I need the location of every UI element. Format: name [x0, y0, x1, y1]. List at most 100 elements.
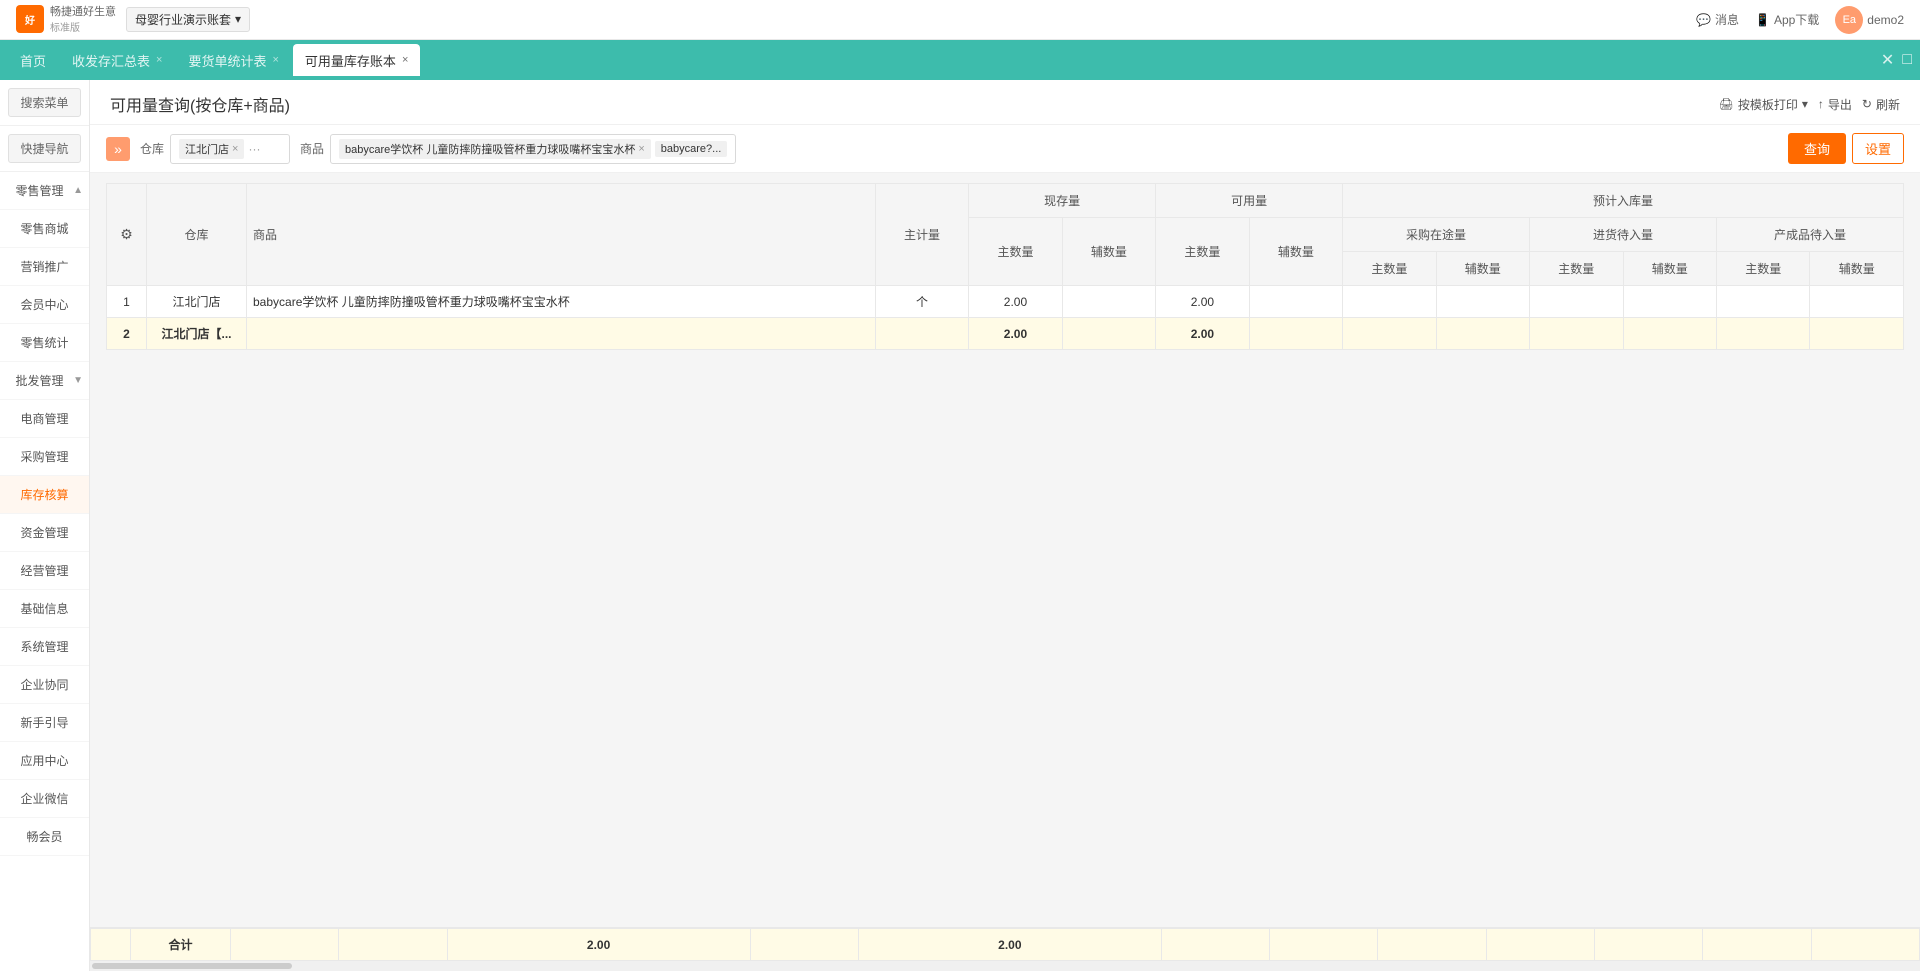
sidebar-item-purchase-label: 采购管理 [6, 448, 83, 465]
sidebar-item-system[interactable]: 系统管理 [0, 628, 89, 666]
refresh-icon: ↻ [1862, 97, 1872, 111]
export-icon: ↑ [1818, 97, 1824, 111]
table-container: ⚙ 仓库 商品 主计量 现存量 可用量 预计入库量 主数量 辅数量 主数量 辅数… [90, 173, 1920, 927]
total-purchase-aux [1378, 929, 1486, 961]
tenant-selector[interactable]: 母婴行业演示账套 ▾ [126, 7, 250, 32]
cell-subtotal-production-main [1716, 318, 1809, 350]
app-download-btn[interactable]: 📱 App下载 [1755, 11, 1819, 28]
scrollbar-thumb[interactable] [92, 963, 292, 969]
sidebar-item-marketing[interactable]: 营销推广 [0, 248, 89, 286]
warehouse-filter-group: 仓库 江北门店 × ··· [140, 134, 290, 164]
sidebar-item-wechat-label: 企业微信 [6, 790, 83, 807]
product-filter-input[interactable]: babycare学饮杯 儿童防摔防撞吸管杯重力球吸嘴杯宝宝水杯 × babyca… [330, 134, 736, 164]
message-btn[interactable]: 💬 消息 [1696, 11, 1739, 28]
total-cell-blank2 [231, 929, 339, 961]
sidebar-item-ecommerce[interactable]: 电商管理 [0, 400, 89, 438]
filter-expand-btn[interactable]: » [106, 137, 130, 161]
window-maximize-btn[interactable]: □ [1902, 51, 1912, 69]
sidebar-search-btn[interactable]: 搜索菜单 [8, 88, 81, 117]
th-group-stock: 现存量 [969, 184, 1156, 218]
th-group-forecast: 预计入库量 [1343, 184, 1904, 218]
total-label: 合计 [131, 929, 231, 961]
warehouse-tag-close[interactable]: × [232, 143, 238, 155]
tab-receive-summary-close[interactable]: × [156, 54, 162, 66]
sidebar-item-wechat[interactable]: 企业微信 [0, 780, 89, 818]
app-download-icon: 📱 [1755, 13, 1770, 27]
warehouse-more-btn[interactable]: ··· [248, 142, 260, 156]
th-avail-main: 主数量 [1156, 218, 1249, 286]
th-stock-aux: 辅数量 [1062, 218, 1155, 286]
tab-home[interactable]: 首页 [8, 44, 58, 76]
sidebar-item-retail-mall[interactable]: 零售商城 [0, 210, 89, 248]
sidebar-item-finance[interactable]: 资金管理 [0, 514, 89, 552]
tab-order-stats[interactable]: 要货单统计表 × [176, 44, 290, 76]
top-bar-left: 好 畅捷通好生意 标准版 母婴行业演示账套 ▾ [16, 5, 250, 34]
sidebar-item-enterprise[interactable]: 企业协同 [0, 666, 89, 704]
sidebar-item-new-guide-label: 新手引导 [6, 714, 83, 731]
settings-button[interactable]: 设置 [1852, 133, 1904, 164]
warehouse-filter-label: 仓库 [140, 140, 164, 157]
sidebar-item-new-guide[interactable]: 新手引导 [0, 704, 89, 742]
inventory-table: ⚙ 仓库 商品 主计量 现存量 可用量 预计入库量 主数量 辅数量 主数量 辅数… [106, 183, 1904, 350]
th-avail-aux: 辅数量 [1249, 218, 1342, 286]
horizontal-scrollbar[interactable] [90, 961, 1920, 971]
warehouse-filter-input[interactable]: 江北门店 × ··· [170, 134, 290, 164]
tab-order-stats-close[interactable]: × [272, 54, 278, 66]
th-subgroup-incoming: 进货待入量 [1530, 218, 1717, 252]
sidebar-search-area: 搜索菜单 [0, 80, 89, 126]
sidebar-item-purchase[interactable]: 采购管理 [0, 438, 89, 476]
nav-tabs: 首页 收发存汇总表 × 要货单统计表 × 可用量库存账本 × ✕ □ [0, 40, 1920, 80]
total-cell-blank1 [91, 929, 131, 961]
cell-incoming-aux-1 [1623, 286, 1716, 318]
window-close-btn[interactable]: ✕ [1881, 50, 1894, 70]
product-filter-label: 商品 [300, 140, 324, 157]
tenant-dropdown-icon: ▾ [235, 12, 241, 26]
tab-receive-summary[interactable]: 收发存汇总表 × [60, 44, 174, 76]
print-btn[interactable]: 🖨 按模板打印 ▾ [1719, 96, 1808, 113]
filter-actions: 查询 设置 [1788, 133, 1904, 164]
cell-stock-aux-1 [1062, 286, 1155, 318]
sidebar-item-retail-mgmt[interactable]: 零售管理 ▲ [0, 172, 89, 210]
product-tag1-close[interactable]: × [638, 143, 644, 155]
warehouse-tag-text: 江北门店 [185, 141, 229, 157]
gear-icon[interactable]: ⚙ [120, 226, 133, 243]
export-label: 导出 [1828, 96, 1852, 113]
total-production-main [1703, 929, 1811, 961]
refresh-btn[interactable]: ↻ 刷新 [1862, 96, 1900, 113]
export-btn[interactable]: ↑ 导出 [1818, 96, 1852, 113]
sidebar-item-wholesale[interactable]: 批发管理 ▼ [0, 362, 89, 400]
th-product: 商品 [247, 184, 876, 286]
tab-available-inventory-label: 可用量库存账本 [305, 51, 396, 70]
tab-home-label: 首页 [20, 51, 46, 70]
sidebar-item-member[interactable]: 会员中心 [0, 286, 89, 324]
cell-subtotal-avail-main: 2.00 [1156, 318, 1249, 350]
tab-available-inventory[interactable]: 可用量库存账本 × [293, 44, 420, 76]
cell-subtotal-seq: 2 [107, 318, 147, 350]
cell-subtotal-purchase-aux [1436, 318, 1529, 350]
product-tag1: babycare学饮杯 儿童防摔防撞吸管杯重力球吸嘴杯宝宝水杯 × [339, 139, 651, 159]
sidebar-item-ecommerce-label: 电商管理 [6, 410, 83, 427]
sidebar-item-inventory[interactable]: 库存核算 [0, 476, 89, 514]
sidebar-quicknav-btn[interactable]: 快捷导航 [8, 134, 81, 163]
sidebar-item-app-center[interactable]: 应用中心 [0, 742, 89, 780]
filter-bar: » 仓库 江北门店 × ··· 商品 babycare学饮杯 儿童防摔防撞吸管杯… [90, 125, 1920, 173]
top-bar: 好 畅捷通好生意 标准版 母婴行业演示账套 ▾ 💬 消息 📱 App下载 Ea … [0, 0, 1920, 40]
total-table: 合计 2.00 2.00 [90, 928, 1920, 961]
message-label: 消息 [1715, 11, 1739, 28]
print-icon: 🖨 [1719, 97, 1734, 111]
sidebar-item-basic-info[interactable]: 基础信息 [0, 590, 89, 628]
th-subgroup-production: 产成品待入量 [1716, 218, 1903, 252]
cell-avail-main-1: 2.00 [1156, 286, 1249, 318]
cell-subtotal-stock-aux [1062, 318, 1155, 350]
user-area[interactable]: Ea demo2 [1835, 6, 1904, 34]
sidebar-item-operations[interactable]: 经营管理 [0, 552, 89, 590]
query-button[interactable]: 查询 [1788, 133, 1846, 164]
sidebar-item-vip[interactable]: 畅会员 [0, 818, 89, 856]
cell-subtotal-unit [875, 318, 968, 350]
app-download-label: App下载 [1774, 11, 1819, 28]
th-unit: 主计量 [875, 184, 968, 286]
sidebar-item-retail-stats[interactable]: 零售统计 [0, 324, 89, 362]
sidebar-item-wholesale-arrow: ▼ [73, 375, 83, 386]
tab-receive-summary-label: 收发存汇总表 [72, 51, 150, 70]
tab-available-inventory-close[interactable]: × [402, 54, 408, 66]
